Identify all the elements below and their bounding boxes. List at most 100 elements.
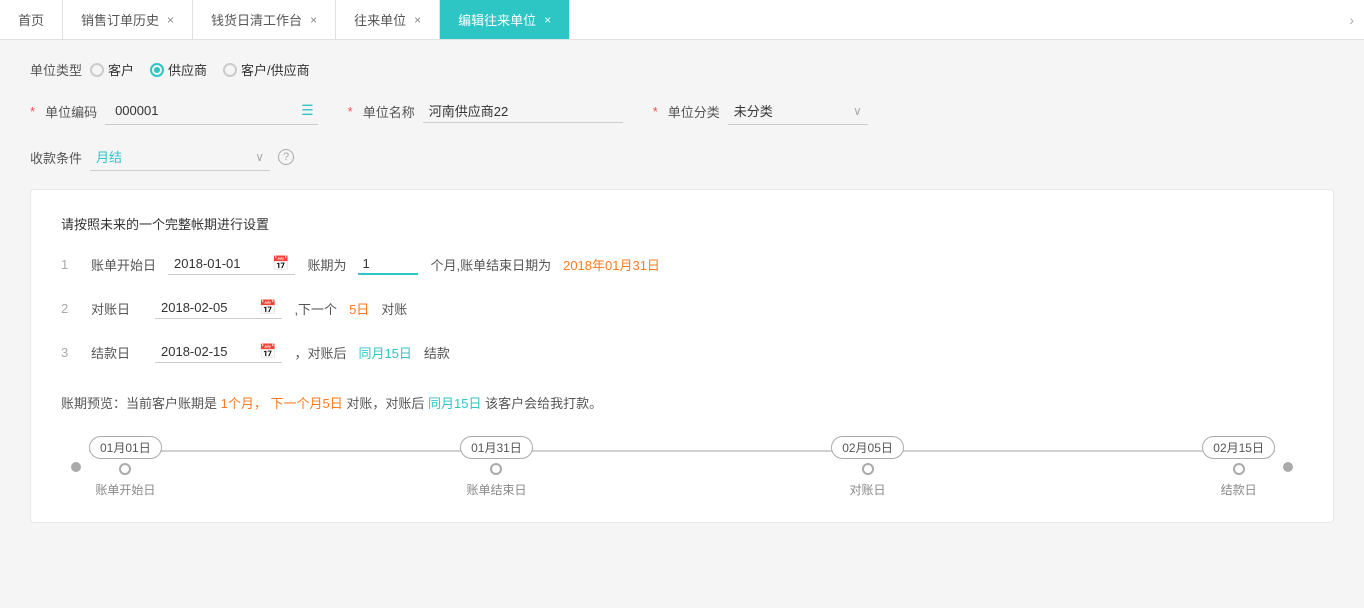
period-date-1-calendar-icon[interactable]: 📅 [272, 255, 289, 272]
radio-customer-label: 客户 [108, 60, 134, 79]
timeline-label-4: 结款日 [1221, 481, 1257, 498]
timeline-track: 01月01日 账单开始日 01月31日 账单结束日 02月05日 对账 [89, 436, 1275, 498]
tab-sales-history-close[interactable]: × [167, 13, 174, 27]
tab-edit-contact[interactable]: 编辑往来单位 × [440, 0, 570, 39]
radio-both[interactable]: 客户/供应商 [223, 60, 310, 79]
unit-code-input-wrapper: ☰ [105, 97, 318, 125]
radio-customer[interactable]: 客户 [90, 60, 134, 79]
payment-terms-dropdown[interactable]: 月结 ∨ [90, 143, 270, 171]
unit-classify-star: * [653, 104, 658, 119]
period-num-2: 2 [61, 301, 79, 316]
timeline-dot-3 [862, 463, 874, 475]
timeline: 01月01日 账单开始日 01月31日 账单结束日 02月05日 对账 [61, 436, 1303, 498]
unit-code-star: * [30, 104, 35, 119]
unit-type-row: 单位类型 客户 供应商 客户/供应商 [30, 60, 1334, 79]
unit-name-input[interactable] [423, 99, 623, 123]
period-label-3: 结款日 [91, 343, 143, 362]
payment-terms-help-icon[interactable]: ? [278, 149, 294, 165]
unit-type-label: 单位类型 [30, 60, 82, 79]
timeline-badge-4: 02月15日 [1202, 436, 1275, 459]
tab-scroll-right[interactable]: › [1339, 12, 1364, 28]
unit-code-lookup-icon[interactable]: ☰ [301, 102, 314, 119]
period-date-2-input[interactable] [161, 300, 251, 315]
tab-cashflow[interactable]: 钱货日清工作台 × [193, 0, 336, 39]
tab-edit-contact-close[interactable]: × [544, 13, 551, 27]
unit-classify-label: 单位分类 [668, 102, 720, 121]
preview-part5: 该客户会给我打款。 [485, 396, 602, 411]
timeline-label-1: 账单开始日 [95, 481, 155, 498]
timeline-badge-2: 01月31日 [460, 436, 533, 459]
radio-group: 客户 供应商 客户/供应商 [90, 60, 310, 79]
period-row-1: 1 账单开始日 📅 账期为 个月,账单结束日期为 2018年01月31日 [61, 253, 1303, 275]
timeline-badge-3: 02月05日 [831, 436, 904, 459]
main-content: 单位类型 客户 供应商 客户/供应商 * 单位编码 [0, 40, 1364, 608]
unit-code-input[interactable] [109, 99, 297, 122]
timeline-node-1: 01月01日 账单开始日 [89, 436, 162, 498]
timeline-node-4: 02月15日 结款日 [1202, 436, 1275, 498]
preview-part3: 对账，对账后 [346, 396, 424, 411]
tab-edit-contact-label: 编辑往来单位 [458, 10, 536, 29]
period-title: 请按照未来的一个完整帐期进行设置 [61, 214, 1303, 233]
timeline-dot-2 [490, 463, 502, 475]
period-suffix-1b: 个月,账单结束日期为 [430, 255, 551, 274]
tab-sales-history-label: 销售订单历史 [81, 10, 159, 29]
period-num-1: 1 [61, 257, 79, 272]
preview-part1: 1个月， [221, 396, 267, 411]
payment-terms-field: 收款条件 月结 ∨ ? [30, 143, 294, 171]
tab-contacts-close[interactable]: × [414, 13, 421, 27]
radio-both-label: 客户/供应商 [241, 60, 310, 79]
payment-terms-arrow: ∨ [255, 150, 264, 164]
period-suffix-3a: ，对账后 [294, 343, 346, 362]
unit-classify-value: 未分类 [734, 101, 853, 120]
period-row-3: 3 结款日 📅 ，对账后 同月15日 结款 [61, 341, 1303, 363]
timeline-left-dot [71, 462, 81, 472]
tab-cashflow-close[interactable]: × [310, 13, 317, 27]
period-date-2-calendar-icon[interactable]: 📅 [259, 299, 276, 316]
tab-home[interactable]: 首页 [0, 0, 63, 39]
tab-bar: 首页 销售订单历史 × 钱货日清工作台 × 往来单位 × 编辑往来单位 × › [0, 0, 1364, 40]
unit-classify-arrow: ∨ [853, 104, 862, 118]
timeline-dot-1 [119, 463, 131, 475]
preview-part4: 同月15日 [428, 396, 481, 411]
unit-classify-dropdown[interactable]: 未分类 ∨ [728, 97, 868, 125]
period-highlight-3: 同月15日 [358, 343, 411, 362]
radio-supplier-label: 供应商 [168, 60, 207, 79]
unit-name-star: * [348, 104, 353, 119]
period-date-3-input[interactable] [161, 344, 251, 359]
period-label-2: 对账日 [91, 299, 143, 318]
timeline-label-3: 对账日 [850, 481, 886, 498]
unit-code-label: 单位编码 [45, 102, 97, 121]
preview-label: 账期预览：当前客户账期是 [61, 396, 217, 411]
unit-info-row: * 单位编码 ☰ * 单位名称 * 单位分类 未分类 ∨ [30, 97, 1334, 125]
radio-both-circle [223, 63, 237, 77]
period-num-3: 3 [61, 345, 79, 360]
timeline-nodes: 01月01日 账单开始日 01月31日 账单结束日 02月05日 对账 [89, 436, 1275, 498]
period-suffix-1a: 账期为 [307, 255, 346, 274]
unit-name-field: * 单位名称 [348, 99, 623, 123]
tab-sales-history[interactable]: 销售订单历史 × [63, 0, 193, 39]
timeline-right-dot [1283, 462, 1293, 472]
unit-name-label: 单位名称 [363, 102, 415, 121]
period-panel: 请按照未来的一个完整帐期进行设置 1 账单开始日 📅 账期为 个月,账单结束日期… [30, 189, 1334, 523]
payment-terms-value: 月结 [96, 147, 251, 166]
period-suffix-2b: 对账 [381, 299, 407, 318]
tab-contacts[interactable]: 往来单位 × [336, 0, 440, 39]
period-label-1: 账单开始日 [91, 255, 156, 274]
radio-supplier[interactable]: 供应商 [150, 60, 207, 79]
period-month-input[interactable] [358, 254, 418, 275]
radio-customer-circle [90, 63, 104, 77]
period-date-3-calendar-icon[interactable]: 📅 [259, 343, 276, 360]
timeline-node-3: 02月05日 对账日 [831, 436, 904, 498]
tab-cashflow-label: 钱货日清工作台 [211, 10, 302, 29]
unit-type-field: 单位类型 客户 供应商 客户/供应商 [30, 60, 310, 79]
period-row-2: 2 对账日 📅 ,下一个 5日 对账 [61, 297, 1303, 319]
timeline-badge-1: 01月01日 [89, 436, 162, 459]
unit-code-field: * 单位编码 ☰ [30, 97, 318, 125]
period-suffix-3b: 结款 [424, 343, 450, 362]
period-date-1-input[interactable] [174, 256, 264, 271]
period-highlight-2: 5日 [349, 299, 369, 318]
timeline-dot-4 [1233, 463, 1245, 475]
radio-supplier-circle [150, 63, 164, 77]
tab-contacts-label: 往来单位 [354, 10, 406, 29]
payment-terms-row: 收款条件 月结 ∨ ? [30, 143, 1334, 171]
